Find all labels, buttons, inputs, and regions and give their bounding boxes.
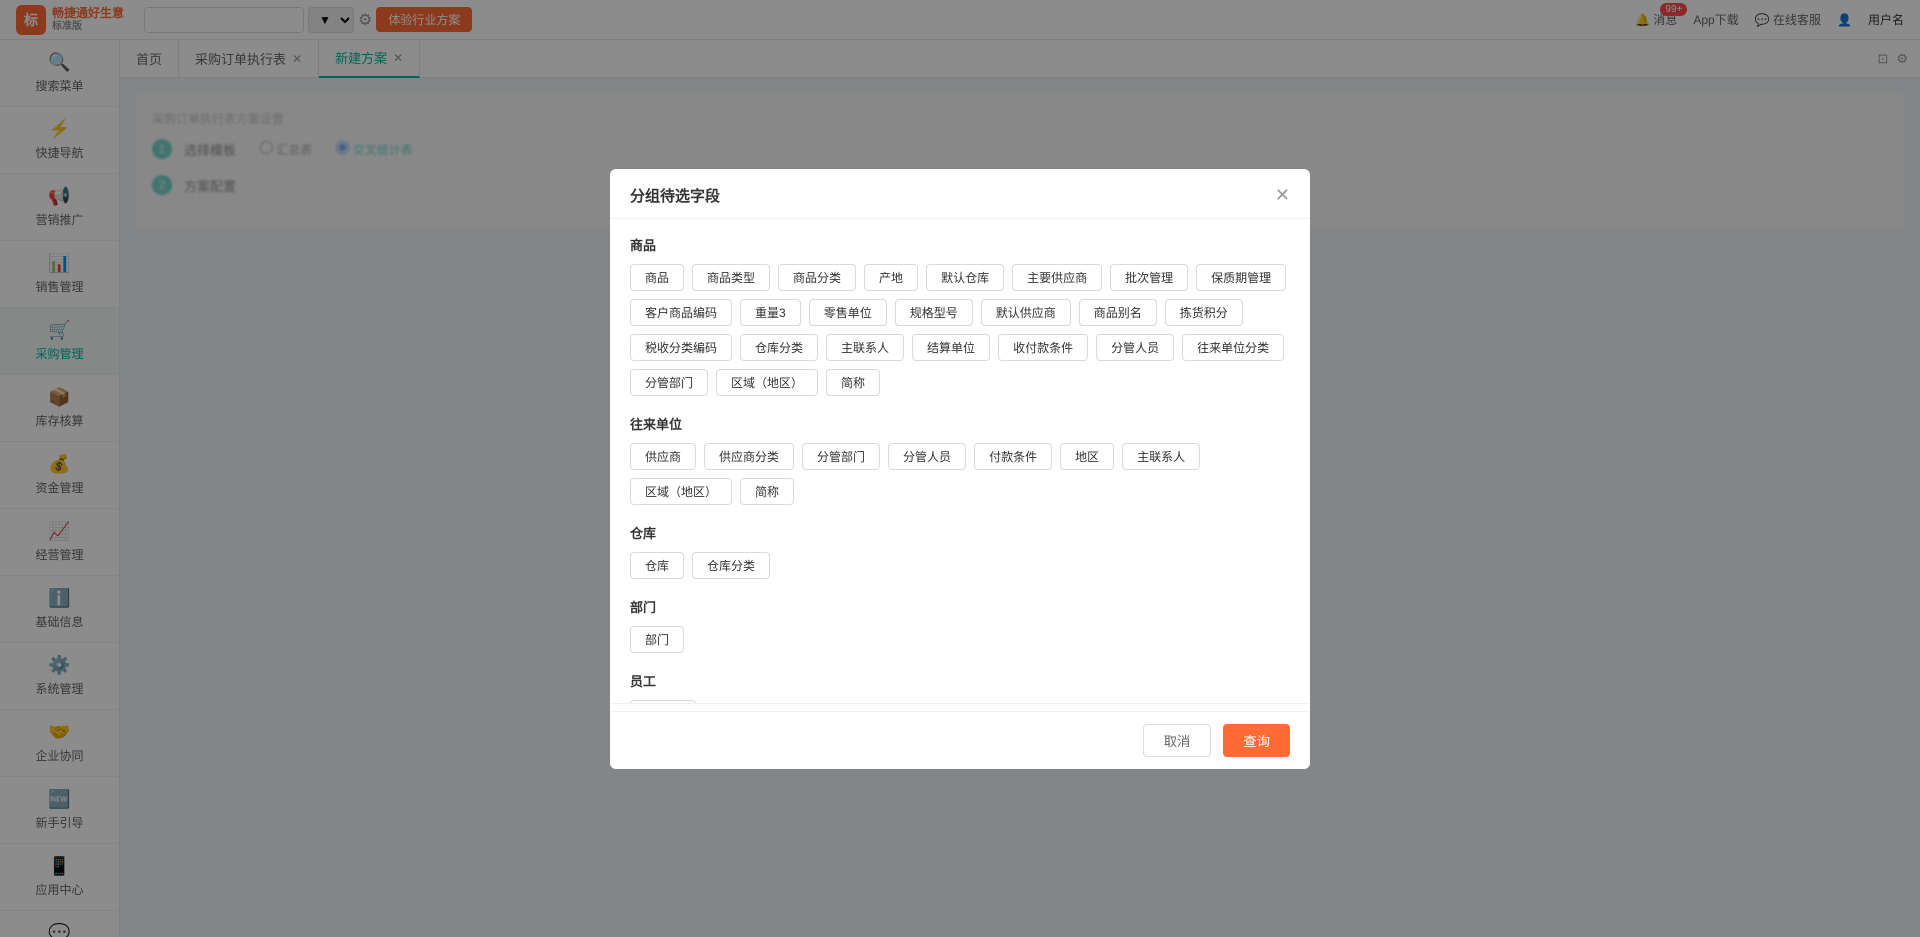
field-tag-short-name[interactable]: 简称: [826, 369, 880, 396]
field-tag-pick-points[interactable]: 拣货积分: [1165, 299, 1243, 326]
field-tag-expiry-mgmt[interactable]: 保质期管理: [1196, 264, 1286, 291]
modal-footer: 取消 查询: [610, 711, 1310, 769]
field-tag-goods-category[interactable]: 商品分类: [778, 264, 856, 291]
warehouse-section: 仓库 仓库 仓库分类: [630, 523, 1290, 579]
goods-section: 商品 商品 商品类型 商品分类 产地 默认仓库 主要供应商 批次管理 保质期管理…: [630, 235, 1290, 396]
field-tag-partner-contact[interactable]: 主联系人: [1122, 443, 1200, 470]
field-tag-settlement-unit[interactable]: 结算单位: [912, 334, 990, 361]
field-tag-department[interactable]: 部门: [630, 626, 684, 653]
field-tag-region[interactable]: 区域（地区）: [716, 369, 818, 396]
modal-overlay: 分组待选字段 ✕ 商品 商品 商品类型 商品分类 产地 默认仓库 主要供应商 批…: [0, 0, 1920, 937]
employee-section-title: 员工: [630, 671, 1290, 690]
field-tag-goods-type[interactable]: 商品类型: [692, 264, 770, 291]
modal-title: 分组待选字段: [630, 185, 720, 206]
field-tag-warehouse-category[interactable]: 仓库分类: [740, 334, 818, 361]
field-tag-partner-category[interactable]: 往来单位分类: [1182, 334, 1284, 361]
field-tag-origin[interactable]: 产地: [864, 264, 918, 291]
field-tag-warehouse[interactable]: 仓库: [630, 552, 684, 579]
department-field-tags: 部门: [630, 626, 1290, 653]
field-tag-partner-supervisor[interactable]: 分管人员: [888, 443, 966, 470]
field-tag-supplier-cat[interactable]: 供应商分类: [704, 443, 794, 470]
department-section-title: 部门: [630, 597, 1290, 616]
field-tag-payment-terms[interactable]: 收付款条件: [998, 334, 1088, 361]
field-tag-supervisor[interactable]: 分管人员: [1096, 334, 1174, 361]
field-tag-main-contact[interactable]: 主联系人: [826, 334, 904, 361]
field-tag-weight3[interactable]: 重量3: [740, 299, 801, 326]
field-tag-supplier[interactable]: 供应商: [630, 443, 696, 470]
field-select-modal: 分组待选字段 ✕ 商品 商品 商品类型 商品分类 产地 默认仓库 主要供应商 批…: [610, 169, 1310, 769]
field-tag-customer-code[interactable]: 客户商品编码: [630, 299, 732, 326]
employee-section: 员工 业务员: [630, 671, 1290, 703]
goods-section-title: 商品: [630, 235, 1290, 254]
modal-hscrollbar[interactable]: [610, 703, 1310, 711]
modal-body[interactable]: 商品 商品 商品类型 商品分类 产地 默认仓库 主要供应商 批次管理 保质期管理…: [610, 219, 1310, 703]
warehouse-field-tags: 仓库 仓库分类: [630, 552, 1290, 579]
department-section: 部门 部门: [630, 597, 1290, 653]
field-tag-spec-model[interactable]: 规格型号: [895, 299, 973, 326]
confirm-button[interactable]: 查询: [1223, 724, 1290, 757]
field-tag-dept[interactable]: 分管部门: [630, 369, 708, 396]
warehouse-section-title: 仓库: [630, 523, 1290, 542]
field-tag-default-supplier[interactable]: 默认供应商: [981, 299, 1071, 326]
field-tag-default-warehouse[interactable]: 默认仓库: [926, 264, 1004, 291]
field-tag-partner-short[interactable]: 简称: [740, 478, 794, 505]
field-tag-goods-alias[interactable]: 商品别名: [1079, 299, 1157, 326]
field-tag-partner-region[interactable]: 区域（地区）: [630, 478, 732, 505]
field-tag-tax-code[interactable]: 税收分类编码: [630, 334, 732, 361]
field-tag-goods-item[interactable]: 商品: [630, 264, 684, 291]
partner-section: 往来单位 供应商 供应商分类 分管部门 分管人员 付款条件 地区 主联系人 区域…: [630, 414, 1290, 505]
field-tag-pay-terms[interactable]: 付款条件: [974, 443, 1052, 470]
cancel-button[interactable]: 取消: [1143, 724, 1212, 757]
partner-field-tags: 供应商 供应商分类 分管部门 分管人员 付款条件 地区 主联系人 区域（地区） …: [630, 443, 1290, 505]
partner-section-title: 往来单位: [630, 414, 1290, 433]
field-tag-retail-unit[interactable]: 零售单位: [809, 299, 887, 326]
field-tag-main-supplier[interactable]: 主要供应商: [1012, 264, 1102, 291]
modal-close-button[interactable]: ✕: [1275, 185, 1290, 206]
goods-field-tags: 商品 商品类型 商品分类 产地 默认仓库 主要供应商 批次管理 保质期管理 客户…: [630, 264, 1290, 396]
field-tag-batch-mgmt[interactable]: 批次管理: [1110, 264, 1188, 291]
field-tag-wh-category[interactable]: 仓库分类: [692, 552, 770, 579]
modal-header: 分组待选字段 ✕: [610, 169, 1310, 219]
field-tag-area[interactable]: 地区: [1060, 443, 1114, 470]
field-tag-partner-dept[interactable]: 分管部门: [802, 443, 880, 470]
